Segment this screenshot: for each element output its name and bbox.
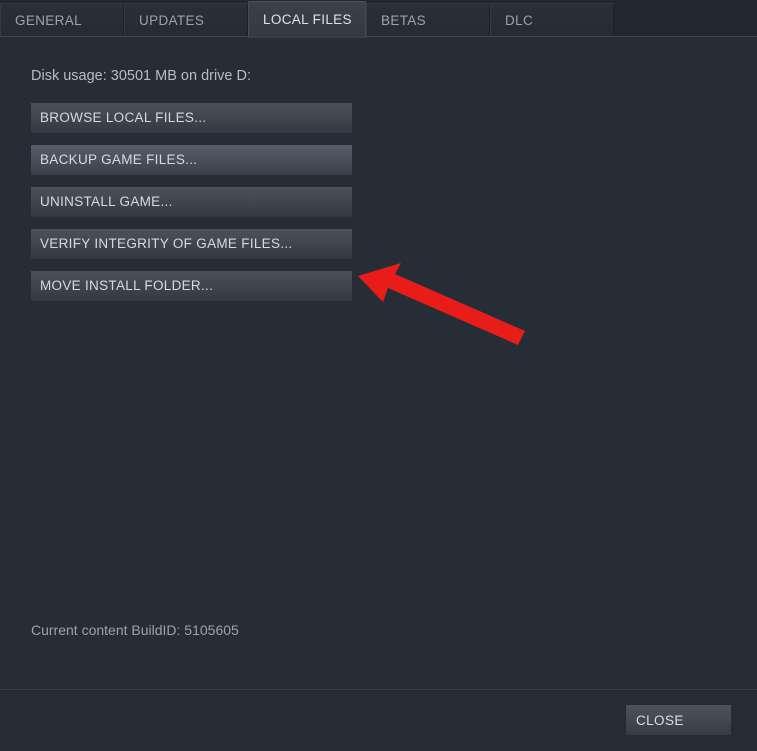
move-install-folder-button[interactable]: MOVE INSTALL FOLDER... <box>31 271 352 301</box>
tab-general[interactable]: GENERAL <box>0 3 124 37</box>
tab-dlc[interactable]: DLC <box>490 3 614 37</box>
disk-usage-label: Disk usage: 30501 MB on drive D: <box>31 68 252 84</box>
tab-betas[interactable]: BETAS <box>366 3 490 37</box>
browse-local-files-button[interactable]: BROWSE LOCAL FILES... <box>31 103 352 133</box>
tab-local-files[interactable]: LOCAL FILES <box>248 1 366 38</box>
tab-betas-label: BETAS <box>381 13 427 28</box>
build-id-label: Current content BuildID: 5105605 <box>31 622 239 638</box>
uninstall-game-button[interactable]: UNINSTALL GAME... <box>31 187 352 217</box>
dialog-footer: CLOSE <box>0 690 757 751</box>
tab-bar: GENERAL UPDATES LOCAL FILES BETAS DLC <box>0 0 757 38</box>
local-files-action-list: BROWSE LOCAL FILES... BACKUP GAME FILES.… <box>31 103 352 313</box>
game-properties-dialog: GENERAL UPDATES LOCAL FILES BETAS DLC Di… <box>0 0 757 751</box>
tab-general-label: GENERAL <box>15 13 82 28</box>
close-button[interactable]: CLOSE <box>626 705 731 735</box>
red-arrow-annotation-icon <box>358 263 525 345</box>
tab-updates-label: UPDATES <box>139 13 205 28</box>
verify-integrity-of-game-files-button[interactable]: VERIFY INTEGRITY OF GAME FILES... <box>31 229 352 259</box>
tab-updates[interactable]: UPDATES <box>124 3 248 37</box>
tab-dlc-label: DLC <box>505 13 534 28</box>
backup-game-files-button[interactable]: BACKUP GAME FILES... <box>31 145 352 175</box>
tab-local-files-label: LOCAL FILES <box>263 12 352 27</box>
local-files-panel: Disk usage: 30501 MB on drive D: BROWSE … <box>0 37 757 690</box>
